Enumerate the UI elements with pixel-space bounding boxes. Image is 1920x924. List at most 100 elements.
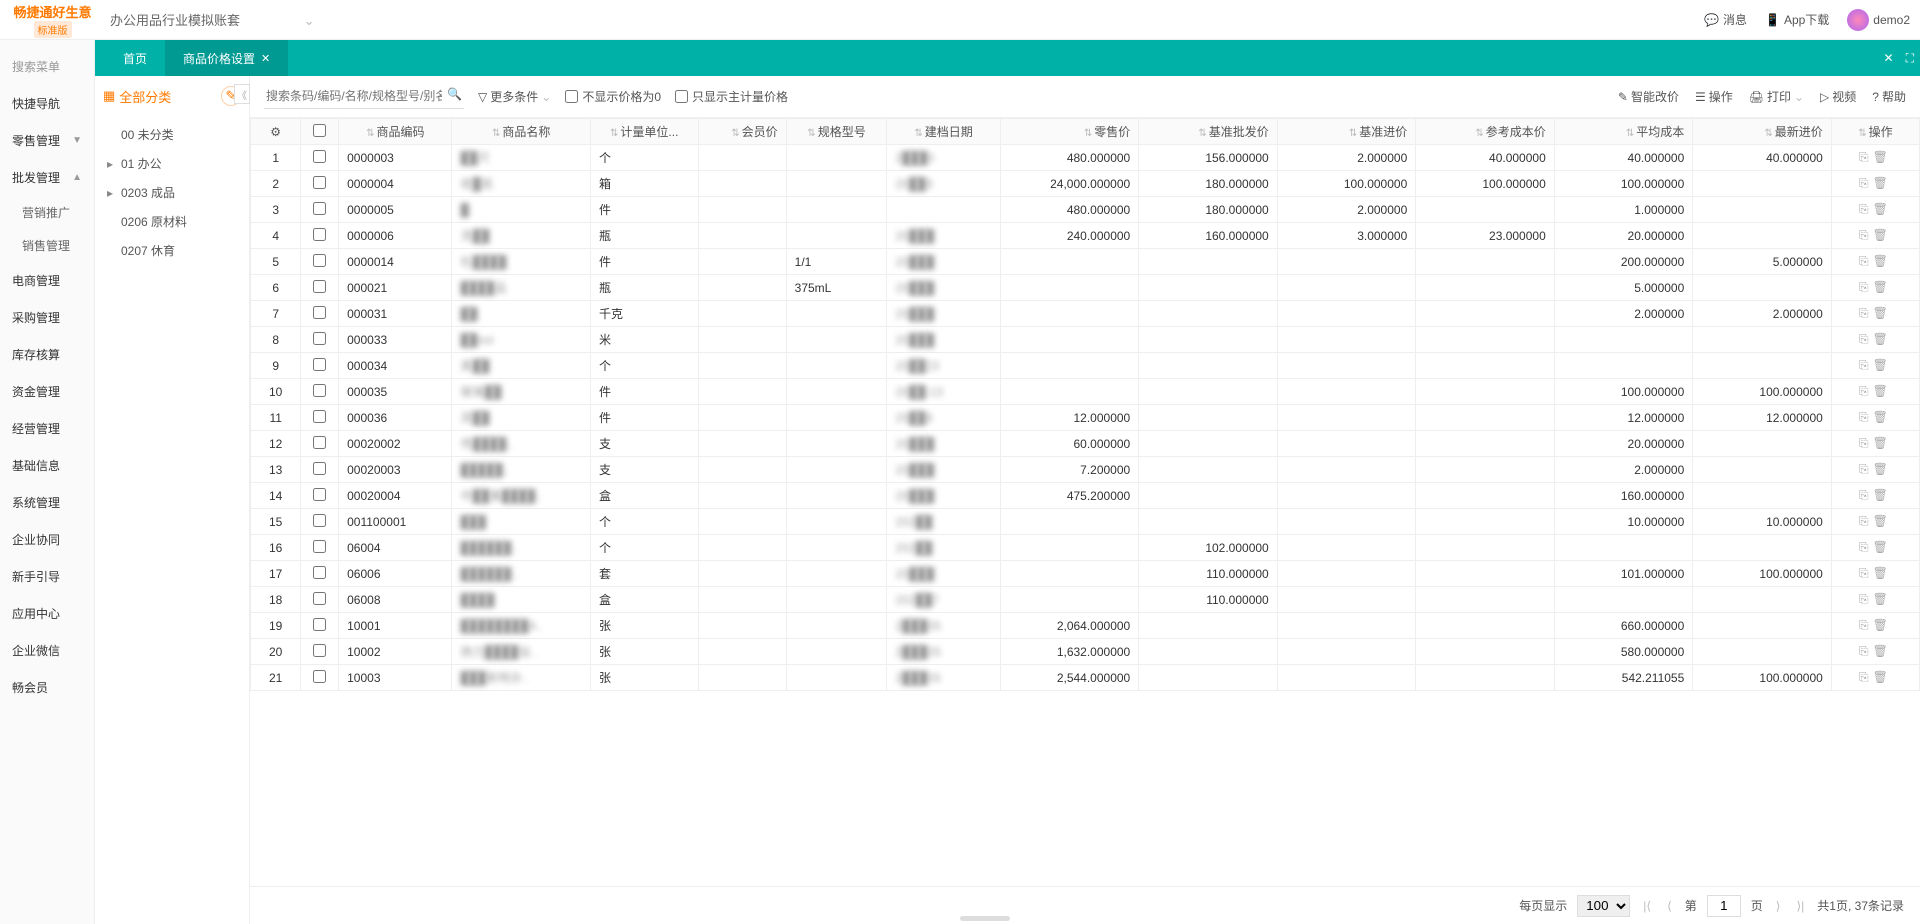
row-copy-icon[interactable]: ⎘ bbox=[1859, 384, 1873, 398]
pager-next[interactable]: ⟩ bbox=[1773, 899, 1784, 913]
page-size-select[interactable]: 100 bbox=[1577, 895, 1630, 917]
row-copy-icon[interactable]: ⎘ bbox=[1859, 670, 1873, 684]
column-header[interactable] bbox=[301, 119, 339, 145]
collapse-tree-button[interactable]: 《 bbox=[234, 84, 250, 104]
row-copy-icon[interactable]: ⎘ bbox=[1859, 228, 1873, 242]
table-row[interactable]: 11000036测██件20██812.00000012.00000012.00… bbox=[251, 405, 1920, 431]
row-checkbox[interactable] bbox=[313, 306, 326, 319]
row-checkbox[interactable] bbox=[313, 202, 326, 215]
print-button[interactable]: 🖨打印⌄ bbox=[1749, 88, 1804, 105]
column-header[interactable]: ⇅零售价 bbox=[1000, 119, 1139, 145]
sidebar-item[interactable]: 采购管理 bbox=[0, 299, 94, 336]
more-filters-button[interactable]: ▽更多条件⌄ bbox=[478, 88, 551, 105]
row-copy-icon[interactable]: ⎘ bbox=[1859, 176, 1873, 190]
row-delete-icon[interactable]: 🗑 bbox=[1873, 436, 1892, 450]
row-checkbox[interactable] bbox=[313, 280, 326, 293]
row-checkbox[interactable] bbox=[313, 436, 326, 449]
sidebar-search[interactable]: 搜索菜单 bbox=[0, 48, 94, 85]
table-row[interactable]: 1606004██████ .个202██102.000000⎘🗑 bbox=[251, 535, 1920, 561]
row-checkbox[interactable] bbox=[313, 618, 326, 631]
sidebar-subitem[interactable]: 销售管理 bbox=[0, 229, 94, 262]
row-copy-icon[interactable]: ⎘ bbox=[1859, 410, 1873, 424]
pager-last[interactable]: ⟩| bbox=[1793, 899, 1807, 913]
table-row[interactable]: 2110003███新特办 .张2███052,544.000000542.21… bbox=[251, 665, 1920, 691]
column-header[interactable]: ⇅基准进价 bbox=[1277, 119, 1416, 145]
column-header[interactable]: ⇅商品编码 bbox=[339, 119, 452, 145]
tree-node[interactable]: ▸0203 成品 bbox=[103, 178, 241, 207]
column-header[interactable]: ⇅平均成本 bbox=[1554, 119, 1693, 145]
row-checkbox[interactable] bbox=[313, 228, 326, 241]
help-button[interactable]: ?帮助 bbox=[1872, 88, 1906, 105]
row-copy-icon[interactable]: ⎘ bbox=[1859, 254, 1873, 268]
row-delete-icon[interactable]: 🗑 bbox=[1873, 306, 1892, 320]
table-row[interactable]: 50000014杜████件1/120███200.0000005.000000… bbox=[251, 249, 1920, 275]
only-main-unit-checkbox[interactable]: 只显示主计量价格 bbox=[675, 88, 788, 105]
sidebar-item[interactable]: 基础信息 bbox=[0, 447, 94, 484]
row-delete-icon[interactable]: 🗑 bbox=[1873, 410, 1892, 424]
table-row[interactable]: 40000006洗██瓶20███240.000000160.0000003.0… bbox=[251, 223, 1920, 249]
sidebar-item[interactable]: 系统管理 bbox=[0, 484, 94, 521]
table-row[interactable]: 15001100001███个202██10.00000010.000000⎘🗑 bbox=[251, 509, 1920, 535]
row-copy-icon[interactable]: ⎘ bbox=[1859, 618, 1873, 632]
table-row[interactable]: 9000034奥██个20██23⎘🗑 bbox=[251, 353, 1920, 379]
table-row[interactable]: 10000003██尺个2███0480.000000156.0000002.0… bbox=[251, 145, 1920, 171]
pager-prev[interactable]: ⟨ bbox=[1664, 899, 1675, 913]
row-checkbox[interactable] bbox=[313, 514, 326, 527]
sidebar-item[interactable]: 新手引导 bbox=[0, 558, 94, 595]
column-header[interactable]: ⇅操作 bbox=[1831, 119, 1919, 145]
table-row[interactable]: 1200020002传████ .支20███60.00000020.00000… bbox=[251, 431, 1920, 457]
row-copy-icon[interactable]: ⎘ bbox=[1859, 462, 1873, 476]
column-header[interactable]: ⇅最新进价 bbox=[1693, 119, 1832, 145]
sidebar-item[interactable]: 应用中心 bbox=[0, 595, 94, 632]
row-delete-icon[interactable]: 🗑 bbox=[1873, 670, 1892, 684]
row-copy-icon[interactable]: ⎘ bbox=[1859, 488, 1873, 502]
tab[interactable]: 首页 bbox=[105, 40, 165, 76]
column-header[interactable]: ⇅商品名称 bbox=[452, 119, 591, 145]
row-delete-icon[interactable]: 🗑 bbox=[1873, 514, 1892, 528]
table-row[interactable]: 10000035玻璃██件20██-13100.000000100.000000… bbox=[251, 379, 1920, 405]
tree-node[interactable]: 0206 原材料 bbox=[103, 207, 241, 236]
sidebar-item[interactable]: 企业协同 bbox=[0, 521, 94, 558]
row-copy-icon[interactable]: ⎘ bbox=[1859, 540, 1873, 554]
sidebar-item[interactable]: 资金管理 bbox=[0, 373, 94, 410]
search-input[interactable] bbox=[264, 85, 464, 109]
table-row[interactable]: 1806008████盒202██7110.000000⎘🗑 bbox=[251, 587, 1920, 613]
table-row[interactable]: 1910001████████A .张2███052,064.000000660… bbox=[251, 613, 1920, 639]
video-button[interactable]: ▷视频 bbox=[1820, 88, 1856, 105]
row-delete-icon[interactable]: 🗑 bbox=[1873, 202, 1892, 216]
search-icon[interactable]: 🔍 bbox=[447, 87, 462, 101]
row-delete-icon[interactable]: 🗑 bbox=[1873, 540, 1892, 554]
row-delete-icon[interactable]: 🗑 bbox=[1873, 488, 1892, 502]
messages-button[interactable]: 💬消息 bbox=[1704, 11, 1747, 28]
hide-zero-checkbox[interactable]: 不显示价格为0 bbox=[565, 88, 661, 105]
row-delete-icon[interactable]: 🗑 bbox=[1873, 150, 1892, 164]
row-checkbox[interactable] bbox=[313, 644, 326, 657]
row-copy-icon[interactable]: ⎘ bbox=[1859, 306, 1873, 320]
row-delete-icon[interactable]: 🗑 bbox=[1873, 176, 1892, 190]
row-checkbox[interactable] bbox=[313, 670, 326, 683]
tree-node[interactable]: 00 未分类 bbox=[103, 120, 241, 149]
column-header[interactable]: ⚙ bbox=[251, 119, 301, 145]
tree-node[interactable]: ▸01 办公 bbox=[103, 149, 241, 178]
row-checkbox[interactable] bbox=[313, 254, 326, 267]
row-delete-icon[interactable]: 🗑 bbox=[1873, 254, 1892, 268]
table-row[interactable]: 1706006██████ .套20███110.000000101.00000… bbox=[251, 561, 1920, 587]
row-copy-icon[interactable]: ⎘ bbox=[1859, 566, 1873, 580]
row-delete-icon[interactable]: 🗑 bbox=[1873, 228, 1892, 242]
row-delete-icon[interactable]: 🗑 bbox=[1873, 592, 1892, 606]
row-checkbox[interactable] bbox=[313, 540, 326, 553]
page-input[interactable] bbox=[1707, 895, 1741, 917]
tab-close-button[interactable]: ✕ bbox=[1884, 51, 1894, 66]
row-delete-icon[interactable]: 🗑 bbox=[1873, 566, 1892, 580]
row-checkbox[interactable] bbox=[313, 176, 326, 189]
table-row[interactable]: 7000031██千克20███2.0000002.000000⎘🗑 bbox=[251, 301, 1920, 327]
row-delete-icon[interactable]: 🗑 bbox=[1873, 358, 1892, 372]
row-copy-icon[interactable]: ⎘ bbox=[1859, 280, 1873, 294]
column-header[interactable]: ⇅基准批发价 bbox=[1139, 119, 1278, 145]
user-menu[interactable]: demo2 bbox=[1847, 9, 1910, 31]
sidebar-item[interactable]: 快捷导航 bbox=[0, 85, 94, 122]
app-download-button[interactable]: 📱App下载 bbox=[1765, 11, 1829, 28]
close-icon[interactable]: ✕ bbox=[261, 52, 270, 65]
row-checkbox[interactable] bbox=[313, 332, 326, 345]
ops-button[interactable]: ☰操作 bbox=[1695, 88, 1733, 105]
